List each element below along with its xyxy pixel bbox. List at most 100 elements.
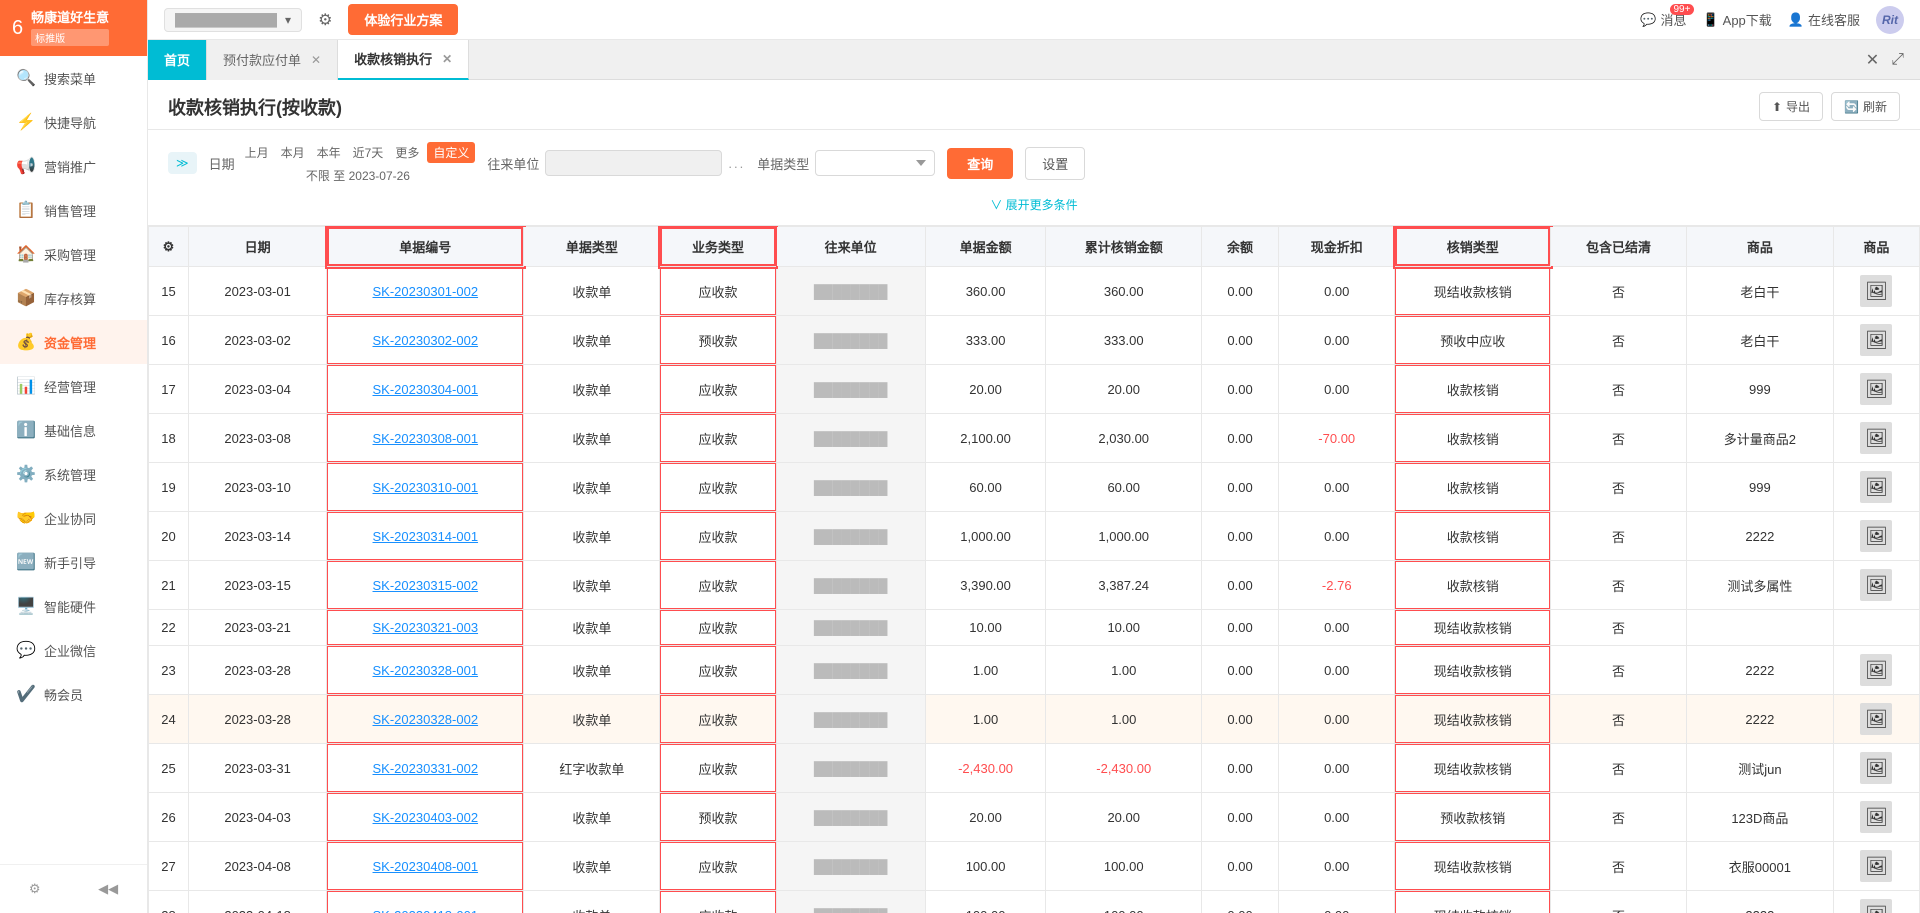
tab-prepaid-close-icon[interactable]: ✕ [311,53,321,67]
voucher-link[interactable]: SK-20230328-001 [373,663,479,678]
tab-maximize-btn[interactable]: ⤢ [1887,47,1908,73]
date-btn-custom[interactable]: 自定义 [427,142,475,163]
filter-dots[interactable]: ... [728,156,745,171]
cell-voucher-no[interactable]: SK-20230304-001 [327,365,524,414]
sidebar-item-basic[interactable]: ℹ️ 基础信息 [0,408,147,452]
message-button[interactable]: 💬 消息 99+ [1640,10,1686,29]
solution-button[interactable]: 体验行业方案 [348,4,458,35]
tab-prepaid[interactable]: 预付款应付单 ✕ [207,40,338,80]
user-avatar[interactable]: Rit [1876,6,1904,34]
setting-button[interactable]: 设置 [1025,147,1085,180]
expand-more-btn[interactable]: ∨ 展开更多条件 [986,194,1081,216]
voucher-link[interactable]: SK-20230331-002 [373,761,479,776]
sidebar-item-member[interactable]: ✔️ 畅会员 [0,672,147,716]
sidebar-item-finance[interactable]: 💰 资金管理 [0,320,147,364]
cell-voucher-no[interactable]: SK-20230328-001 [327,646,524,695]
cell-voucher-no[interactable]: SK-20230328-002 [327,695,524,744]
voucher-link[interactable]: SK-20230321-003 [373,620,479,635]
voucher-link[interactable]: SK-20230314-001 [373,529,479,544]
date-btn-7days[interactable]: 近7天 [349,142,388,163]
sidebar-item-inventory[interactable]: 📦 库存核算 [0,276,147,320]
col-header-amount[interactable]: 单据金额 [925,227,1046,267]
sidebar-collapse-btn[interactable]: ◀◀ [90,873,126,905]
cell-voucher-type: 收款单 [524,512,660,561]
basic-icon: ℹ️ [16,420,36,440]
cell-goods2: 🖼 [1833,744,1919,793]
col-header-partner[interactable]: 往来单位 [776,227,925,267]
online-service-button[interactable]: 👤 在线客服 [1788,10,1860,29]
tab-receipt-verify[interactable]: 收款核销执行 ✕ [338,40,469,80]
sidebar-item-collab[interactable]: 🤝 企业协同 [0,496,147,540]
voucher-link[interactable]: SK-20230418-001 [373,908,479,913]
table-area[interactable]: ⚙ 日期 单据编号 单据类型 业务类型 往来单位 单据金额 累计核销金额 余额 … [148,226,1920,913]
voucher-link[interactable]: SK-20230408-001 [373,859,479,874]
cell-biz-type: 应收款 [660,512,776,561]
col-header-goods[interactable]: 商品 [1686,227,1833,267]
sidebar-item-quick[interactable]: ⚡ 快捷导航 [0,100,147,144]
voucher-link[interactable]: SK-20230302-002 [373,333,479,348]
voucher-link[interactable]: SK-20230315-002 [373,578,479,593]
cell-verify-type: 现结收款核销 [1395,267,1551,316]
col-header-verified-amount[interactable]: 累计核销金额 [1046,227,1202,267]
cell-voucher-no[interactable]: SK-20230315-002 [327,561,524,610]
sales-icon: 📋 [16,200,36,220]
cell-voucher-no[interactable]: SK-20230302-002 [327,316,524,365]
filter-voucher-type-select[interactable] [815,150,935,176]
filter-expand-left-btn[interactable]: ≫ [168,152,197,174]
date-btn-last-month[interactable]: 上月 [241,142,273,163]
filter-partner-group: 往来单位 ... [487,150,745,176]
voucher-link[interactable]: SK-20230301-002 [373,284,479,299]
refresh-button[interactable]: 🔄 刷新 [1831,92,1900,121]
filter-partner-input[interactable] [545,150,722,176]
date-btn-more[interactable]: 更多 [391,142,423,163]
sidebar-item-wechat[interactable]: 💬 企业微信 [0,628,147,672]
col-header-goods2[interactable]: 商品 [1833,227,1919,267]
col-header-voucher-no[interactable]: 单据编号 [327,227,524,267]
voucher-link[interactable]: SK-20230310-001 [373,480,479,495]
col-header-biz-type[interactable]: 业务类型 [660,227,776,267]
cell-voucher-no[interactable]: SK-20230308-001 [327,414,524,463]
cell-voucher-no[interactable]: SK-20230310-001 [327,463,524,512]
sidebar-item-marketing[interactable]: 📢 营销推广 [0,144,147,188]
cell-goods2: 🖼 [1833,646,1919,695]
cell-balance: 0.00 [1202,610,1279,646]
cell-biz-type: 预收款 [660,793,776,842]
sidebar-item-guide[interactable]: 🆕 新手引导 [0,540,147,584]
sidebar-item-operations[interactable]: 📊 经营管理 [0,364,147,408]
col-header-include-cleared[interactable]: 包含已结清 [1551,227,1687,267]
voucher-link[interactable]: SK-20230308-001 [373,431,479,446]
sidebar-item-system[interactable]: ⚙️ 系统管理 [0,452,147,496]
cell-cash-discount: 0.00 [1279,463,1395,512]
cell-voucher-no[interactable]: SK-20230301-002 [327,267,524,316]
app-download-button[interactable]: 📱 App下载 [1702,10,1771,29]
col-header-balance[interactable]: 余额 [1202,227,1279,267]
settings-gear-icon[interactable]: ⚙ [314,6,336,34]
query-button[interactable]: 查询 [947,148,1013,179]
company-selector[interactable]: ████████████ ▾ [164,8,302,32]
sidebar-item-sales[interactable]: 📋 销售管理 [0,188,147,232]
voucher-link[interactable]: SK-20230304-001 [373,382,479,397]
tab-close-btn[interactable]: ✕ [1862,46,1883,74]
cell-voucher-no[interactable]: SK-20230314-001 [327,512,524,561]
date-btn-this-month[interactable]: 本月 [277,142,309,163]
cell-voucher-no[interactable]: SK-20230321-003 [327,610,524,646]
export-button[interactable]: ⬆ 导出 [1759,92,1823,121]
col-header-voucher-type[interactable]: 单据类型 [524,227,660,267]
voucher-link[interactable]: SK-20230328-002 [373,712,479,727]
date-btn-this-year[interactable]: 本年 [313,142,345,163]
cell-voucher-no[interactable]: SK-20230331-002 [327,744,524,793]
col-header-date[interactable]: 日期 [189,227,327,267]
col-header-cash-discount[interactable]: 现金折扣 [1279,227,1395,267]
cell-voucher-no[interactable]: SK-20230403-002 [327,793,524,842]
col-header-verify-type[interactable]: 核销类型 [1395,227,1551,267]
tab-home[interactable]: 首页 [148,40,207,80]
cell-voucher-no[interactable]: SK-20230408-001 [327,842,524,891]
tab-receipt-verify-close-icon[interactable]: ✕ [442,52,452,66]
col-header-settings[interactable]: ⚙ [149,227,189,267]
voucher-link[interactable]: SK-20230403-002 [373,810,479,825]
sidebar-item-hardware[interactable]: 🖥️ 智能硬件 [0,584,147,628]
sidebar-item-purchase[interactable]: 🏠 采购管理 [0,232,147,276]
cell-voucher-no[interactable]: SK-20230418-001 [327,891,524,913]
sidebar-settings-btn[interactable]: ⚙ [21,873,49,905]
sidebar-item-search[interactable]: 🔍 搜索菜单 [0,56,147,100]
